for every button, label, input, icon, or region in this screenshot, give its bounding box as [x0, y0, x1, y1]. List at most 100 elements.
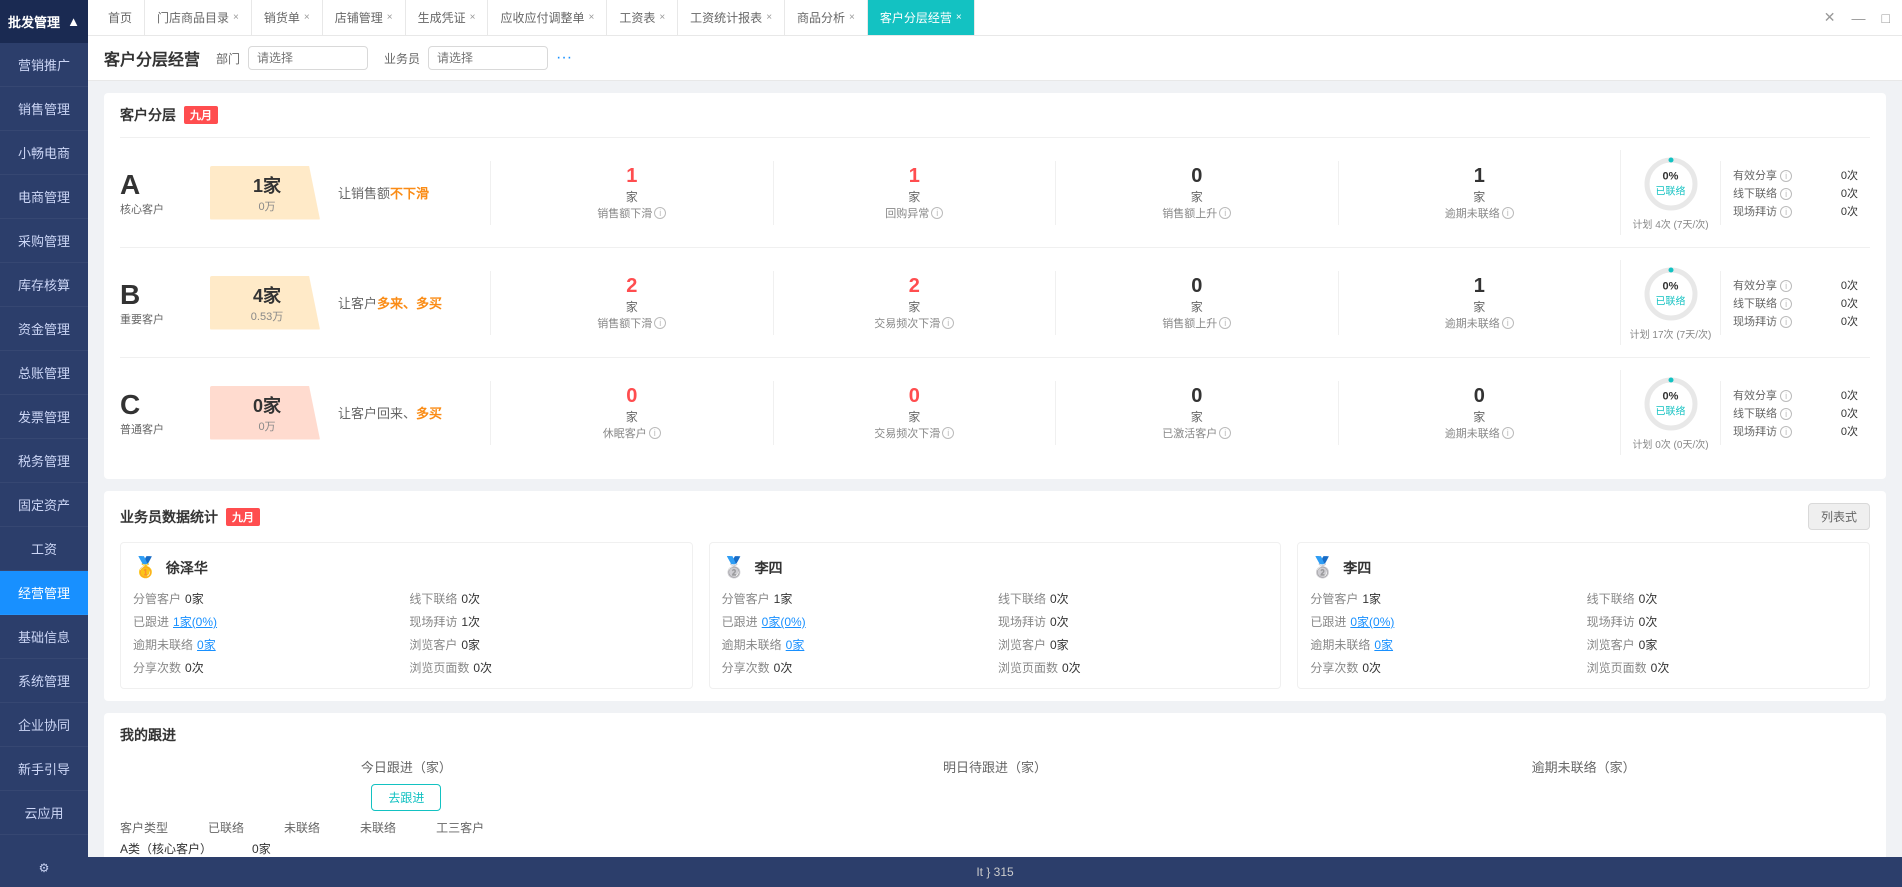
salesman-header: 业务员数据统计 九月 列表式 — [120, 503, 1870, 530]
tier-stat-C-0[interactable]: 0 家 休眠客户 i — [490, 381, 773, 445]
sidebar-item-13[interactable]: 基础信息 — [0, 615, 88, 659]
sidebar-item-10[interactable]: 固定资产 — [0, 483, 88, 527]
month-badge: 九月 — [184, 106, 218, 124]
salesman-stat-1-7: 浏览页面数0次 — [998, 659, 1268, 676]
tab-9[interactable]: 客户分层经营× — [868, 0, 975, 36]
bottom-bar-text: It } 315 — [976, 865, 1013, 879]
list-view-button[interactable]: 列表式 — [1808, 503, 1870, 530]
salesman-stat-2-4[interactable]: 逾期未联络0家 — [1310, 636, 1580, 653]
salesman-stat-2-2[interactable]: 已跟进0家(0%) — [1310, 613, 1580, 630]
dept-select[interactable] — [248, 46, 368, 70]
staff-filter: 业务员 ··· — [384, 46, 572, 70]
tab-close-2[interactable]: × — [304, 0, 310, 36]
tier-circle-A: 0% 已联络 计划 4次 (7天/次) — [1620, 150, 1720, 235]
tier-stat-C-3[interactable]: 0 家 逾期未联络 i — [1338, 381, 1621, 445]
tab-close-5[interactable]: × — [588, 0, 594, 36]
tab-close-4[interactable]: × — [470, 0, 476, 36]
today-followup-title: 今日跟进（家） — [120, 757, 693, 776]
staff-label: 业务员 — [384, 50, 420, 67]
sidebar-item-11[interactable]: 工资 — [0, 527, 88, 571]
tab-8[interactable]: 商品分析× — [785, 0, 868, 36]
tier-circle-C: 0% 已联络 计划 0次 (0天/次) — [1620, 370, 1720, 455]
sidebar-item-6[interactable]: 资金管理 — [0, 307, 88, 351]
tab-close-7[interactable]: × — [766, 0, 772, 36]
followup-row-a-val: 0家 — [252, 840, 271, 857]
tier-stat-A-1[interactable]: 1 家 回购异常 i — [773, 161, 1056, 225]
tier-stat-B-0[interactable]: 2 家 销售额下滑 i — [490, 271, 773, 335]
sidebar-toggle-icon[interactable]: ▲ — [67, 14, 80, 29]
sidebar-item-15[interactable]: 企业协同 — [0, 703, 88, 747]
content-area: 客户分层经营 部门 业务员 ··· 客户分层 九月 A核心客户 1家 0万 — [88, 36, 1902, 857]
tab-close-3[interactable]: × — [387, 0, 393, 36]
salesman-stats-grid-1: 分管客户1家线下联络0次已跟进0家(0%)现场拜访0次逾期未联络0家浏览客户0家… — [722, 590, 1269, 676]
tab-0[interactable]: 首页 — [96, 0, 145, 36]
staff-select[interactable] — [428, 46, 548, 70]
tier-stat-C-2[interactable]: 0 家 已激活客户 i — [1055, 381, 1338, 445]
salesman-stat-1-5: 浏览客户0家 — [998, 636, 1268, 653]
followup-grid: 今日跟进（家） 去跟进 客户类型 已联络 未联络 未联络 工三客户 A类（核心客… — [120, 757, 1870, 857]
salesman-card-0: 🥇徐泽华分管客户0家线下联络0次已跟进1家(0%)现场拜访1次逾期未联络0家浏览… — [120, 542, 693, 689]
page-title: 客户分层经营 — [104, 46, 200, 70]
salesman-section: 业务员数据统计 九月 列表式 🥇徐泽华分管客户0家线下联络0次已跟进1家(0%)… — [104, 491, 1886, 701]
today-followup-card: 今日跟进（家） 去跟进 客户类型 已联络 未联络 未联络 工三客户 A类（核心客… — [120, 757, 693, 857]
goto-followup-button[interactable]: 去跟进 — [371, 784, 441, 811]
sidebar-item-5[interactable]: 库存核算 — [0, 263, 88, 307]
tab-close-9[interactable]: × — [956, 0, 962, 36]
sidebar-item-14[interactable]: 系统管理 — [0, 659, 88, 703]
filter-more-icon[interactable]: ··· — [556, 49, 572, 67]
salesman-stat-0-4[interactable]: 逾期未联络0家 — [133, 636, 403, 653]
salesman-stat-1-4[interactable]: 逾期未联络0家 — [722, 636, 992, 653]
tab-close-6[interactable]: × — [659, 0, 665, 36]
tier-stat-C-1[interactable]: 0 家 交易频次下滑 i — [773, 381, 1056, 445]
tab-close-1[interactable]: × — [233, 0, 239, 36]
medal-icon-2: 🥈 — [1310, 555, 1335, 580]
salesman-stat-1-3: 现场拜访0次 — [998, 613, 1268, 630]
sidebar-item-7[interactable]: 总账管理 — [0, 351, 88, 395]
tabs-actions: ✕ — □ — [1820, 9, 1894, 26]
salesman-stat-0-2[interactable]: 已跟进1家(0%) — [133, 613, 403, 630]
sidebar-item-9[interactable]: 税务管理 — [0, 439, 88, 483]
minimize-icon[interactable]: — — [1848, 10, 1870, 26]
tab-2[interactable]: 销货单× — [252, 0, 323, 36]
tab-3[interactable]: 店铺管理× — [323, 0, 406, 36]
tab-5[interactable]: 应收应付调整单× — [488, 0, 607, 36]
sidebar-item-3[interactable]: 电商管理 — [0, 175, 88, 219]
sidebar-item-1[interactable]: 销售管理 — [0, 87, 88, 131]
tier-stat-A-2[interactable]: 0 家 销售额上升 i — [1055, 161, 1338, 225]
tier-stat-B-1[interactable]: 2 家 交易频次下滑 i — [773, 271, 1056, 335]
tier-stat-B-3[interactable]: 1 家 逾期未联络 i — [1338, 271, 1621, 335]
tier-volume-B: 4家 0.53万 — [200, 268, 330, 338]
salesman-stat-0-6: 分享次数0次 — [133, 659, 403, 676]
salesman-stat-1-2[interactable]: 已跟进0家(0%) — [722, 613, 992, 630]
dept-filter: 部门 — [216, 46, 368, 70]
tier-stat-B-2[interactable]: 0 家 销售额上升 i — [1055, 271, 1338, 335]
sidebar-item-12[interactable]: 经营管理 — [0, 571, 88, 615]
sidebar-item-16[interactable]: 新手引导 — [0, 747, 88, 791]
tab-6[interactable]: 工资表× — [607, 0, 678, 36]
tab-close-8[interactable]: × — [849, 0, 855, 36]
followup-header: 我的跟进 — [120, 725, 1870, 745]
main-area: 首页门店商品目录×销货单×店铺管理×生成凭证×应收应付调整单×工资表×工资统计报… — [88, 0, 1902, 887]
close-tab-icon[interactable]: ✕ — [1820, 9, 1840, 26]
sidebar-item-2[interactable]: 小畅电商 — [0, 131, 88, 175]
salesman-stat-0-7: 浏览页面数0次 — [409, 659, 679, 676]
salesman-stats-grid-2: 分管客户1家线下联络0次已跟进0家(0%)现场拜访0次逾期未联络0家浏览客户0家… — [1310, 590, 1857, 676]
sidebar-item-17[interactable]: 云应用 — [0, 791, 88, 835]
tab-4[interactable]: 生成凭证× — [406, 0, 489, 36]
settings-icon[interactable]: ⚙ — [0, 849, 88, 887]
maximize-icon[interactable]: □ — [1878, 10, 1894, 26]
sidebar-item-0[interactable]: 营销推广 — [0, 43, 88, 87]
sidebar-item-8[interactable]: 发票管理 — [0, 395, 88, 439]
tier-circle-B: 0% 已联络 计划 17次 (7天/次) — [1620, 260, 1720, 345]
tab-1[interactable]: 门店商品目录× — [145, 0, 252, 36]
salesman-stats-grid-0: 分管客户0家线下联络0次已跟进1家(0%)现场拜访1次逾期未联络0家浏览客户0家… — [133, 590, 680, 676]
followup-col-b: 工三客户 — [436, 819, 484, 836]
sidebar-header[interactable]: 批发管理 ▲ — [0, 0, 88, 43]
medal-icon-1: 🥈 — [722, 555, 747, 580]
tab-7[interactable]: 工资统计报表× — [678, 0, 785, 36]
sidebar-item-4[interactable]: 采购管理 — [0, 219, 88, 263]
salesman-stat-2-5: 浏览客户0家 — [1587, 636, 1857, 653]
overdue-followup-title: 逾期未联络（家） — [1297, 757, 1870, 776]
tier-stat-A-0[interactable]: 1 家 销售额下滑 i — [490, 161, 773, 225]
tier-stat-A-3[interactable]: 1 家 逾期未联络 i — [1338, 161, 1621, 225]
